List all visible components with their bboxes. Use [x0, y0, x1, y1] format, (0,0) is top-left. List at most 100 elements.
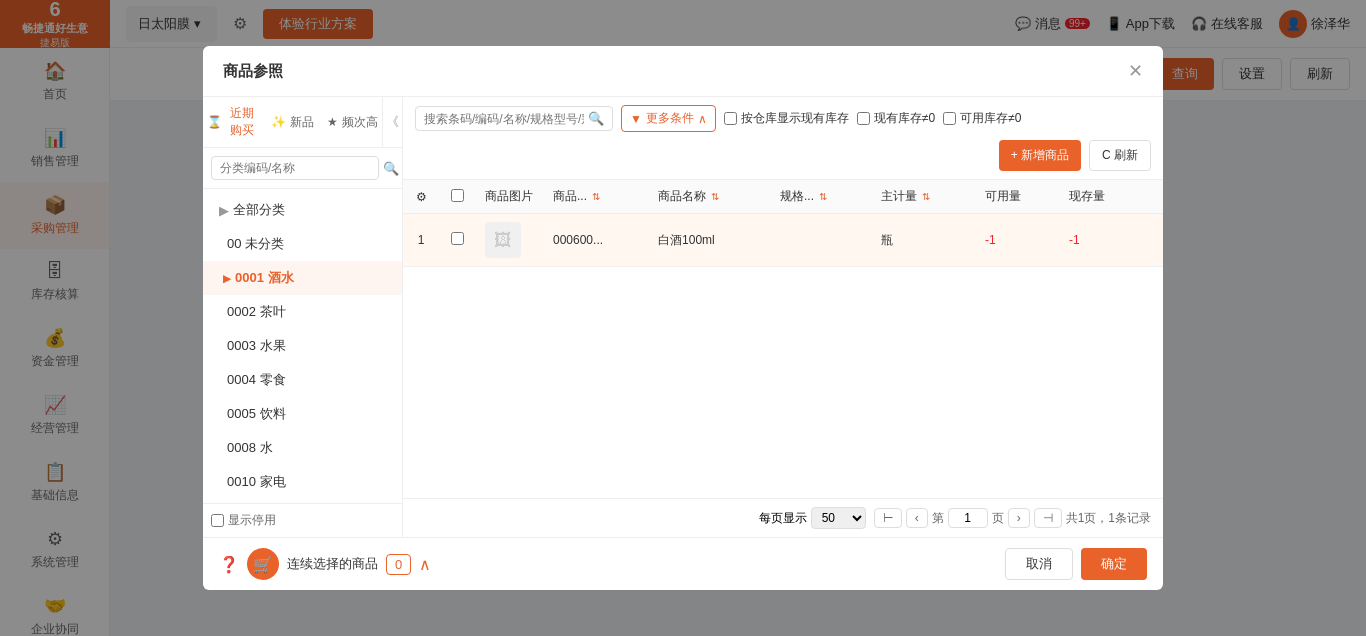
category-search-input[interactable] [211, 156, 379, 180]
modal-title: 商品参照 [223, 62, 283, 81]
tab-frequent[interactable]: ★ 频次高 [322, 97, 382, 147]
cell-num: 1 [403, 214, 439, 267]
collapse-panel-button[interactable]: 《 [382, 97, 402, 147]
recent-icon: ⌛ [207, 115, 222, 129]
tab-recent-purchase[interactable]: ⌛ 近期购买 [203, 97, 263, 147]
modal-overlay: 商品参照 ✕ ⌛ 近期购买 ✨ 新品 ★ 频次高 [0, 0, 1366, 636]
category-item-tea[interactable]: 0002 茶叶 [203, 295, 402, 329]
available-stock-checkbox[interactable] [943, 112, 956, 125]
next-page-button[interactable]: › [1008, 508, 1030, 528]
product-toolbar: 🔍 ▼ 更多条件 ∧ 按仓库显示现有库存 现有库存≠0 [403, 97, 1163, 180]
show-disabled-label: 显示停用 [228, 512, 276, 529]
modal-close-button[interactable]: ✕ [1128, 60, 1143, 82]
cell-available: -1 [975, 214, 1059, 267]
collapse-cart-button[interactable]: ∧ [419, 555, 431, 574]
category-item-water[interactable]: 0008 水 [203, 431, 402, 465]
new-icon: ✨ [271, 115, 286, 129]
refresh-product-button[interactable]: C 刷新 [1089, 140, 1151, 171]
warehouse-display-text: 按仓库显示现有库存 [741, 110, 849, 127]
cell-stock: -1 [1059, 214, 1143, 267]
th-spec[interactable]: 规格... ⇅ [770, 180, 871, 214]
cell-img: 🖼 [475, 214, 543, 267]
th-stock-label: 现存量 [1069, 189, 1105, 203]
warehouse-display-checkbox[interactable] [724, 112, 737, 125]
frequent-icon: ★ [327, 115, 338, 129]
category-item-fruit[interactable]: 0003 水果 [203, 329, 402, 363]
last-page-button[interactable]: ⊣ [1034, 508, 1062, 528]
product-reference-modal: 商品参照 ✕ ⌛ 近期购买 ✨ 新品 ★ 频次高 [203, 46, 1163, 590]
image-placeholder-icon: 🖼 [494, 230, 512, 251]
category-item-alcohol[interactable]: ▶ 0001 酒水 [203, 261, 402, 295]
modal-footer: ❓ 🛒 连续选择的商品 0 ∧ 取消 确定 [203, 537, 1163, 590]
page-total-info: 共1页，1条记录 [1066, 510, 1151, 527]
cart-icon-button[interactable]: 🛒 [247, 548, 279, 580]
filter-icon: ▼ [630, 112, 642, 126]
existing-stock-label[interactable]: 现有库存≠0 [857, 110, 935, 127]
cell-check [439, 214, 475, 267]
product-search-input[interactable] [424, 112, 584, 126]
tab-new-products[interactable]: ✨ 新品 [263, 97, 323, 147]
product-table: ⚙ 商品图片 商品... ⇅ [403, 180, 1163, 267]
available-stock-text: 可用库存≠0 [960, 110, 1021, 127]
product-search-bar: 🔍 [415, 106, 613, 131]
cell-unit: 瓶 [871, 214, 975, 267]
filter-button[interactable]: ▼ 更多条件 ∧ [621, 105, 716, 132]
available-stock-label[interactable]: 可用库存≠0 [943, 110, 1021, 127]
first-page-button[interactable]: ⊢ [874, 508, 902, 528]
th-spec-label: 规格... [780, 189, 814, 203]
sort-code-icon: ⇅ [592, 191, 600, 202]
existing-stock-checkbox[interactable] [857, 112, 870, 125]
add-product-button[interactable]: + 新增商品 [999, 140, 1081, 171]
category-item-uncategorized[interactable]: 00 未分类 [203, 227, 402, 261]
prev-page-button[interactable]: ‹ [906, 508, 928, 528]
page-navigation: ⊢ ‹ 第 页 › ⊣ 共1页，1条记录 [874, 508, 1151, 528]
confirm-button[interactable]: 确定 [1081, 548, 1147, 580]
th-scrollbar-placeholder [1143, 180, 1163, 214]
table-header-row: ⚙ 商品图片 商品... ⇅ [403, 180, 1163, 214]
toolbar-right: + 新增商品 C 刷新 [999, 140, 1151, 171]
cell-code: 000600... [543, 214, 648, 267]
triangle-icon-all: ▶ [219, 203, 229, 218]
continuous-label: 连续选择的商品 [287, 555, 378, 573]
category-list: ▶ 全部分类 00 未分类 ▶ 0001 酒水 0002 茶叶 0003 水果 [203, 189, 402, 503]
filter-label: 更多条件 [646, 110, 694, 127]
category-tabs: ⌛ 近期购买 ✨ 新品 ★ 频次高 《 [203, 97, 402, 148]
th-name[interactable]: 商品名称 ⇅ [648, 180, 770, 214]
th-img-label: 商品图片 [485, 189, 533, 203]
page-word-2: 页 [992, 510, 1004, 527]
sort-spec-icon: ⇅ [819, 191, 827, 202]
category-item-appliance[interactable]: 0010 家电 [203, 465, 402, 499]
th-code[interactable]: 商品... ⇅ [543, 180, 648, 214]
th-img: 商品图片 [475, 180, 543, 214]
th-check [439, 180, 475, 214]
category-item-drinks[interactable]: 0005 饮料 [203, 397, 402, 431]
page-size-select: 每页显示 10 20 50 100 [759, 507, 866, 529]
cart-count: 0 [386, 554, 411, 575]
page-word: 第 [932, 510, 944, 527]
tab-recent-label: 近期购买 [226, 105, 259, 139]
page-number-input[interactable] [948, 508, 988, 528]
warehouse-display-label[interactable]: 按仓库显示现有库存 [724, 110, 849, 127]
th-available[interactable]: 可用量 [975, 180, 1059, 214]
cancel-button[interactable]: 取消 [1005, 548, 1073, 580]
tab-new-label: 新品 [290, 114, 314, 131]
category-search-bar: 🔍 [203, 148, 402, 189]
table-row[interactable]: 1 🖼 000600... 白酒100ml [403, 214, 1163, 267]
category-item-all[interactable]: ▶ 全部分类 [203, 193, 402, 227]
modal-body: ⌛ 近期购买 ✨ 新品 ★ 频次高 《 🔍 [203, 97, 1163, 537]
th-unit[interactable]: 主计量 ⇅ [871, 180, 975, 214]
th-available-label: 可用量 [985, 189, 1021, 203]
product-search-icon[interactable]: 🔍 [588, 111, 604, 126]
settings-col-icon[interactable]: ⚙ [416, 190, 427, 204]
product-panel: 🔍 ▼ 更多条件 ∧ 按仓库显示现有库存 现有库存≠0 [403, 97, 1163, 537]
th-name-label: 商品名称 [658, 189, 706, 203]
per-page-dropdown[interactable]: 10 20 50 100 [811, 507, 866, 529]
category-search-icon[interactable]: 🔍 [383, 161, 399, 176]
sort-unit-icon: ⇅ [922, 191, 930, 202]
select-all-checkbox[interactable] [451, 189, 464, 202]
category-item-snack[interactable]: 0004 零食 [203, 363, 402, 397]
row-checkbox[interactable] [451, 232, 464, 245]
show-disabled-checkbox[interactable] [211, 514, 224, 527]
th-num: ⚙ [403, 180, 439, 214]
help-icon[interactable]: ❓ [219, 555, 239, 574]
